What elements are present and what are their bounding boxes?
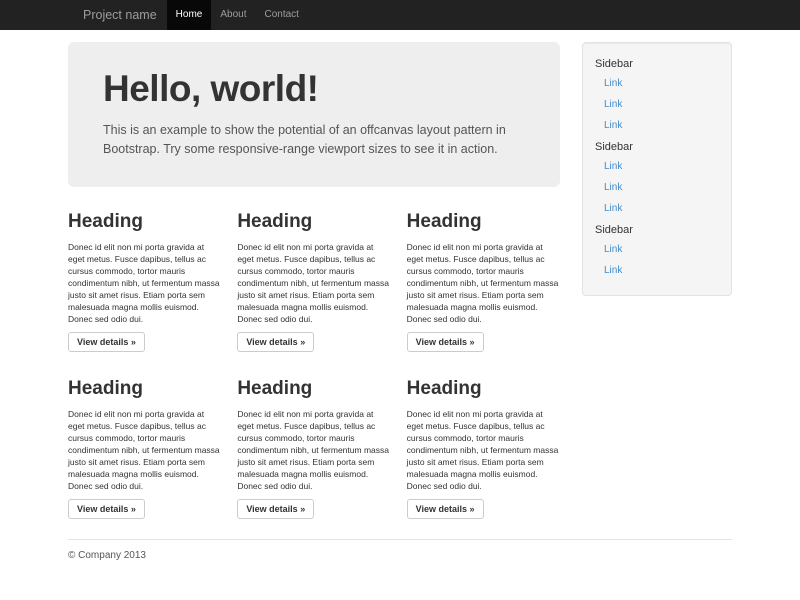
navbar: Project name Home About Contact bbox=[0, 0, 800, 30]
view-details-button[interactable]: View details » bbox=[237, 499, 314, 519]
view-details-button[interactable]: View details » bbox=[68, 332, 145, 352]
sidebar-group-1: Sidebar Link Link Link bbox=[595, 57, 719, 136]
card-body-text: Donec id elit non mi porta gravida at eg… bbox=[407, 241, 560, 325]
card-heading: Heading bbox=[68, 378, 221, 400]
card-body-text: Donec id elit non mi porta gravida at eg… bbox=[68, 408, 221, 492]
navbar-menu: Home About Contact bbox=[167, 0, 308, 30]
sidebar-link[interactable]: Link bbox=[595, 73, 719, 94]
sidebar-link[interactable]: Link bbox=[595, 177, 719, 198]
main-content: Hello, world! This is an example to show… bbox=[68, 42, 560, 521]
card-heading: Heading bbox=[407, 211, 560, 233]
card-heading: Heading bbox=[237, 378, 390, 400]
view-details-button[interactable]: View details » bbox=[407, 332, 484, 352]
sidebar-group-title: Sidebar bbox=[595, 223, 719, 238]
jumbotron-text: This is an example to show the potential… bbox=[103, 121, 532, 159]
nav-link-home[interactable]: Home bbox=[167, 0, 212, 30]
sidebar-link[interactable]: Link bbox=[595, 94, 719, 115]
feature-card-4: Heading Donec id elit non mi porta gravi… bbox=[68, 354, 221, 521]
view-details-button[interactable]: View details » bbox=[68, 499, 145, 519]
card-heading: Heading bbox=[237, 211, 390, 233]
feature-card-5: Heading Donec id elit non mi porta gravi… bbox=[237, 354, 390, 521]
feature-card-2: Heading Donec id elit non mi porta gravi… bbox=[237, 187, 390, 354]
card-body-text: Donec id elit non mi porta gravida at eg… bbox=[237, 408, 390, 492]
sidebar-link[interactable]: Link bbox=[595, 239, 719, 260]
sidebar: Sidebar Link Link Link Sidebar Link Link… bbox=[582, 42, 732, 296]
nav-item-home[interactable]: Home bbox=[167, 0, 212, 30]
card-heading: Heading bbox=[68, 211, 221, 233]
cards-grid: Heading Donec id elit non mi porta gravi… bbox=[68, 187, 560, 521]
feature-card-3: Heading Donec id elit non mi porta gravi… bbox=[407, 187, 560, 354]
card-body-text: Donec id elit non mi porta gravida at eg… bbox=[68, 241, 221, 325]
nav-item-about[interactable]: About bbox=[211, 0, 255, 30]
nav-link-about[interactable]: About bbox=[211, 0, 255, 30]
navbar-brand[interactable]: Project name bbox=[68, 0, 167, 30]
sidebar-link[interactable]: Link bbox=[595, 198, 719, 219]
nav-item-contact[interactable]: Contact bbox=[255, 0, 307, 30]
view-details-button[interactable]: View details » bbox=[407, 499, 484, 519]
feature-card-6: Heading Donec id elit non mi porta gravi… bbox=[407, 354, 560, 521]
sidebar-link[interactable]: Link bbox=[595, 260, 719, 281]
footer: © Company 2013 bbox=[68, 539, 732, 561]
jumbotron-title: Hello, world! bbox=[103, 68, 532, 111]
sidebar-group-3: Sidebar Link Link bbox=[595, 223, 719, 281]
sidebar-link[interactable]: Link bbox=[595, 115, 719, 136]
navbar-inner: Project name Home About Contact bbox=[68, 0, 732, 30]
nav-link-contact[interactable]: Contact bbox=[255, 0, 307, 30]
sidebar-group-title: Sidebar bbox=[595, 140, 719, 155]
card-heading: Heading bbox=[407, 378, 560, 400]
footer-divider bbox=[68, 539, 732, 540]
copyright-text: © Company 2013 bbox=[68, 550, 732, 561]
card-body-text: Donec id elit non mi porta gravida at eg… bbox=[407, 408, 560, 492]
sidebar-group-title: Sidebar bbox=[595, 57, 719, 72]
sidebar-link[interactable]: Link bbox=[595, 156, 719, 177]
jumbotron: Hello, world! This is an example to show… bbox=[68, 42, 560, 187]
card-body-text: Donec id elit non mi porta gravida at eg… bbox=[237, 241, 390, 325]
sidebar-group-2: Sidebar Link Link Link bbox=[595, 140, 719, 219]
view-details-button[interactable]: View details » bbox=[237, 332, 314, 352]
page-container: Hello, world! This is an example to show… bbox=[68, 30, 732, 561]
content-row: Hello, world! This is an example to show… bbox=[68, 42, 732, 521]
feature-card-1: Heading Donec id elit non mi porta gravi… bbox=[68, 187, 221, 354]
